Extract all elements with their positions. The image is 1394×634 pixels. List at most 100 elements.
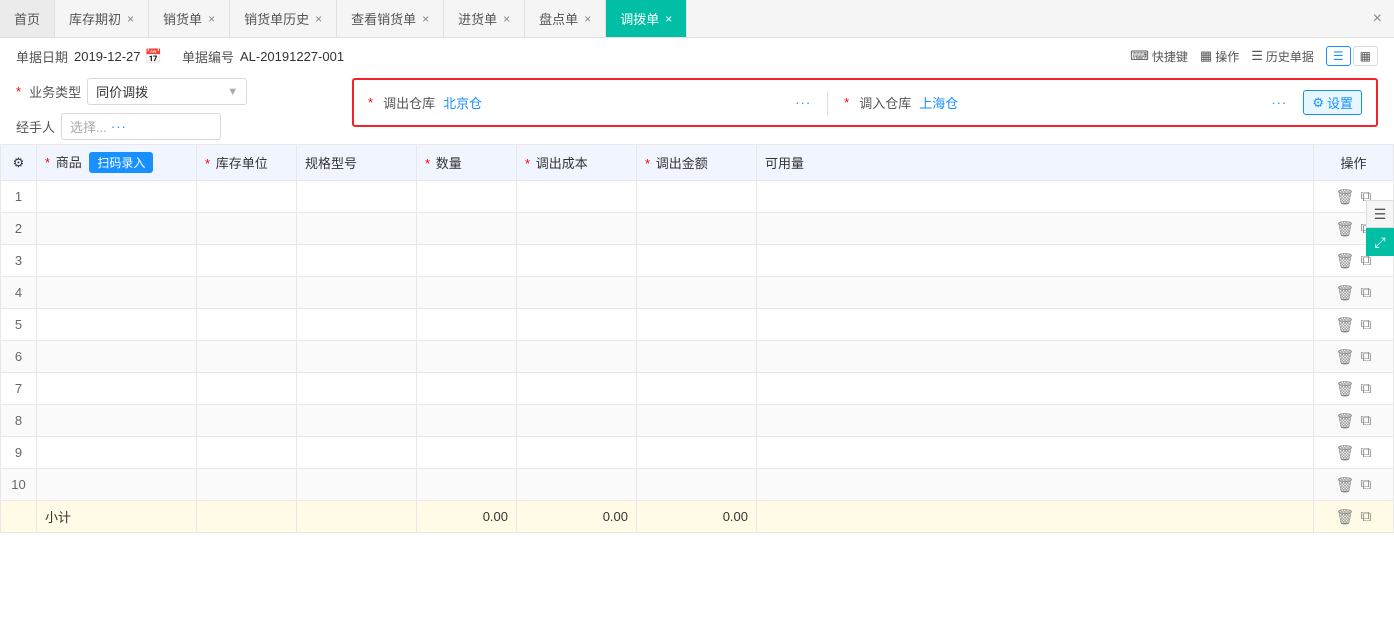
copy-icon[interactable]: ⧉ (1361, 316, 1372, 333)
cell-product[interactable] (37, 405, 197, 437)
delete-icon[interactable]: 🗑 (1336, 476, 1355, 494)
cell-product[interactable]: 小计 (37, 501, 197, 533)
grid-view-btn[interactable]: ▦ (1353, 46, 1378, 66)
sidebar-list-icon[interactable]: ☰ (1366, 200, 1394, 228)
cell-product[interactable] (37, 277, 197, 309)
tab-stocktake[interactable]: 盘点单 × (525, 0, 606, 37)
tab-sales-history[interactable]: 销货单历史 × (230, 0, 337, 37)
cell-amount[interactable] (637, 405, 757, 437)
delete-icon[interactable]: 🗑 (1336, 508, 1355, 526)
cell-cost[interactable] (517, 373, 637, 405)
history-btn[interactable]: ☰ 历史单据 (1251, 48, 1314, 65)
cell-product[interactable] (37, 469, 197, 501)
cell-product[interactable] (37, 245, 197, 277)
cell-product[interactable] (37, 341, 197, 373)
delete-icon[interactable]: 🗑 (1336, 284, 1355, 302)
tab-sales[interactable]: 销货单 × (149, 0, 230, 37)
cell-qty[interactable] (417, 181, 517, 213)
cell-available (757, 277, 1314, 309)
close-icon[interactable]: × (503, 12, 510, 26)
cell-qty[interactable] (417, 341, 517, 373)
cell-cost[interactable] (517, 405, 637, 437)
cell-cost[interactable] (517, 277, 637, 309)
cell-cost[interactable] (517, 213, 637, 245)
view-toggle: ☰ ▦ (1326, 46, 1378, 66)
cell-product[interactable] (37, 213, 197, 245)
data-table-wrapper: ⚙ * 商品 扫码录入 * 库存单位 规格型号 * 数量 * 调出成本 (0, 144, 1394, 533)
cell-amount[interactable] (637, 341, 757, 373)
close-all-tabs[interactable]: × (1361, 10, 1394, 28)
table-row: 3 🗑 ⧉ (1, 245, 1394, 277)
copy-icon[interactable]: ⧉ (1361, 412, 1372, 429)
cell-amount[interactable] (637, 181, 757, 213)
close-icon[interactable]: × (665, 12, 672, 26)
cell-cost[interactable] (517, 181, 637, 213)
tab-view-sales[interactable]: 查看销货单 × (337, 0, 444, 37)
cell-amount[interactable] (637, 213, 757, 245)
tab-transfer[interactable]: 调拨单 × (606, 0, 687, 37)
close-icon[interactable]: × (127, 12, 134, 26)
list-view-btn[interactable]: ☰ (1326, 46, 1351, 66)
cell-qty[interactable] (417, 437, 517, 469)
th-gear[interactable]: ⚙ (1, 145, 37, 181)
cell-spec (297, 469, 417, 501)
cell-spec (297, 245, 417, 277)
cell-qty[interactable] (417, 213, 517, 245)
cell-product[interactable] (37, 437, 197, 469)
delete-icon[interactable]: 🗑 (1336, 252, 1355, 270)
cell-product[interactable] (37, 309, 197, 341)
cell-spec (297, 437, 417, 469)
cell-qty[interactable] (417, 373, 517, 405)
close-icon[interactable]: × (208, 12, 215, 26)
cell-qty[interactable] (417, 245, 517, 277)
copy-icon[interactable]: ⧉ (1361, 444, 1372, 461)
cell-amount[interactable] (637, 309, 757, 341)
tab-purchase[interactable]: 进货单 × (444, 0, 525, 37)
delete-icon[interactable]: 🗑 (1336, 220, 1355, 238)
copy-icon[interactable]: ⧉ (1361, 284, 1372, 301)
cell-amount[interactable] (637, 437, 757, 469)
cell-qty[interactable] (417, 469, 517, 501)
delete-icon[interactable]: 🗑 (1336, 380, 1355, 398)
close-icon[interactable]: × (584, 12, 591, 26)
cell-cost[interactable] (517, 437, 637, 469)
cell-cost[interactable] (517, 245, 637, 277)
delete-icon[interactable]: 🗑 (1336, 412, 1355, 430)
cell-action: 🗑 ⧉ (1314, 469, 1394, 501)
delete-icon[interactable]: 🗑 (1336, 316, 1355, 334)
more-options-icon[interactable]: ··· (111, 119, 127, 134)
cell-amount[interactable] (637, 373, 757, 405)
delete-icon[interactable]: 🗑 (1336, 348, 1355, 366)
cell-product[interactable] (37, 181, 197, 213)
scan-button[interactable]: 扫码录入 (89, 152, 153, 173)
shortcut-btn[interactable]: ⌨ 快捷键 (1130, 48, 1188, 65)
cell-cost[interactable] (517, 469, 637, 501)
operation-btn[interactable]: ▦ 操作 (1200, 48, 1239, 65)
business-type-select[interactable]: 同价调拨 ▼ (87, 78, 247, 105)
close-icon[interactable]: × (422, 12, 429, 26)
cell-qty[interactable] (417, 277, 517, 309)
sidebar-expand-icon[interactable]: ⤢ (1366, 228, 1394, 256)
tab-home[interactable]: 首页 (0, 0, 55, 37)
close-icon[interactable]: × (315, 12, 322, 26)
cell-cost[interactable] (517, 341, 637, 373)
cell-product[interactable] (37, 373, 197, 405)
cell-amount[interactable] (637, 277, 757, 309)
copy-icon[interactable]: ⧉ (1361, 508, 1372, 525)
copy-icon[interactable]: ⧉ (1361, 380, 1372, 397)
delete-icon[interactable]: 🗑 (1336, 188, 1355, 206)
tab-inventory-init[interactable]: 库存期初 × (55, 0, 149, 37)
settings-button[interactable]: ⚙ 设置 (1303, 90, 1362, 115)
copy-icon[interactable]: ⧉ (1361, 476, 1372, 493)
calendar-icon[interactable]: 📅 (145, 48, 162, 65)
cell-cost[interactable] (517, 309, 637, 341)
handler-select[interactable]: 选择... ··· (61, 113, 221, 140)
copy-icon[interactable]: ⧉ (1361, 348, 1372, 365)
delete-icon[interactable]: 🗑 (1336, 444, 1355, 462)
cell-qty[interactable] (417, 309, 517, 341)
from-warehouse-more[interactable]: ··· (795, 95, 811, 110)
cell-amount[interactable] (637, 245, 757, 277)
to-warehouse-more[interactable]: ··· (1271, 95, 1287, 110)
cell-amount[interactable] (637, 469, 757, 501)
cell-qty[interactable] (417, 405, 517, 437)
